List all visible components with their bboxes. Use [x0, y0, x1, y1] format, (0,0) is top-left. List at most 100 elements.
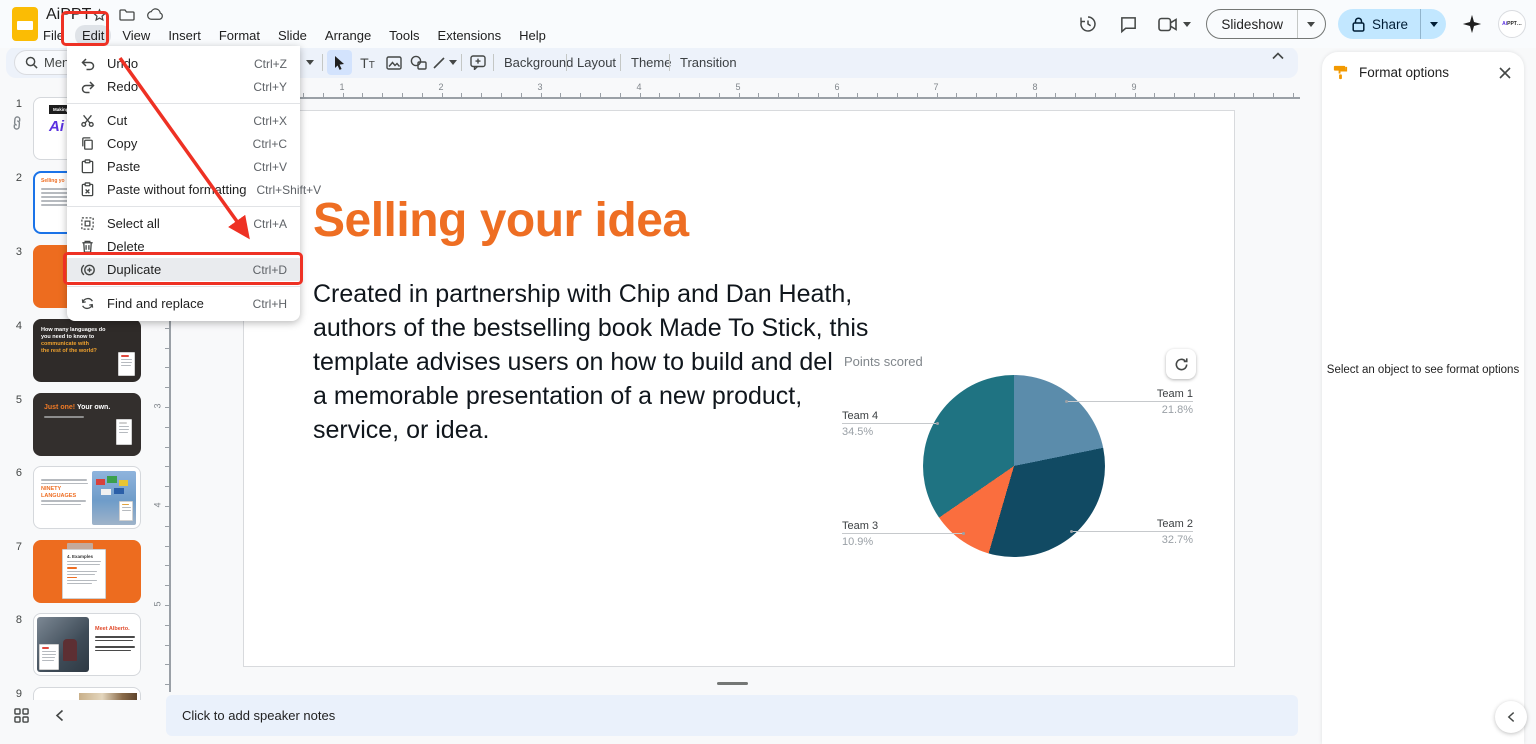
callout-pct-team2: 32.7%	[1161, 534, 1193, 546]
menu-item-redo[interactable]: Redo Ctrl+Y	[67, 75, 300, 98]
star-icon[interactable]	[92, 8, 107, 23]
copy-icon	[79, 135, 96, 152]
body-line: authors of the bestselling book Made To …	[313, 314, 869, 342]
menu-divider	[67, 206, 300, 207]
menu-item-find-and-replace[interactable]: Find and replace Ctrl+H	[67, 292, 300, 315]
duplicate-icon	[79, 261, 96, 278]
speaker-notes-placeholder: Click to add speaker notes	[182, 708, 336, 723]
line-icon	[433, 56, 445, 69]
horizontal-ruler[interactable]: 1 2 3 4 5 6 7 8 9	[176, 82, 1300, 99]
notes-resize-handle[interactable]	[717, 682, 748, 685]
slideshow-label: Slideshow	[1221, 16, 1283, 32]
collapse-filmstrip-chevron[interactable]	[55, 709, 64, 722]
lock-icon	[1352, 17, 1365, 32]
grid-view-button[interactable]	[14, 708, 29, 723]
chevron-left-icon	[1507, 712, 1515, 722]
thumb5-note	[116, 419, 132, 445]
thumb8-title: Meet Alberto.	[95, 626, 130, 632]
insert-image-button[interactable]	[381, 50, 406, 75]
slide-thumbnail-4[interactable]: How many languages do you need to know t…	[33, 319, 141, 382]
undo-icon	[79, 55, 96, 72]
insert-comment-button[interactable]	[465, 50, 490, 75]
menu-item-copy[interactable]: Copy Ctrl+C	[67, 132, 300, 155]
callout-pct-team3: 10.9%	[842, 536, 874, 548]
menu-item-paste[interactable]: Paste Ctrl+V	[67, 155, 300, 178]
cloud-status-icon[interactable]	[147, 8, 164, 23]
layout-button[interactable]: Layout	[573, 50, 620, 75]
menu-view[interactable]: View	[115, 25, 157, 46]
transition-button[interactable]: Transition	[676, 50, 741, 75]
menu-item-cut[interactable]: Cut Ctrl+X	[67, 109, 300, 132]
account-avatar[interactable]: AiPPT…	[1498, 10, 1526, 38]
link-icon	[10, 116, 24, 130]
menu-slide[interactable]: Slide	[271, 25, 314, 46]
gemini-sparkle-icon[interactable]	[1460, 12, 1484, 36]
thumb5-rest: Your own.	[76, 404, 111, 411]
thumb6-highlight: NINETY	[41, 486, 62, 492]
h-ruler-number: 3	[537, 82, 543, 92]
show-side-panel-button[interactable]	[1495, 701, 1527, 733]
chart-title: Points scored	[844, 354, 923, 369]
menu-item-undo[interactable]: Undo Ctrl+Z	[67, 52, 300, 75]
menu-format[interactable]: Format	[212, 25, 267, 46]
collapse-menus-chevron[interactable]	[1272, 52, 1284, 60]
insert-line-button[interactable]	[430, 50, 448, 75]
edit-dropdown-menu: Undo Ctrl+Z Redo Ctrl+Y Cut Ctrl+X Copy …	[67, 46, 321, 321]
text-tool-glyph: TT	[360, 54, 375, 71]
slide-thumbnail-9[interactable]	[33, 687, 141, 700]
menu-help[interactable]: Help	[512, 25, 553, 46]
menu-insert[interactable]: Insert	[161, 25, 208, 46]
refresh-icon	[1175, 357, 1188, 370]
slide-thumbnail-7[interactable]: 4. Examples	[33, 540, 141, 603]
callout-line-team1	[1067, 401, 1193, 402]
slide-canvas-page[interactable]: Selling your idea Created in partnership…	[243, 110, 1235, 667]
menu-file[interactable]: File	[36, 25, 71, 46]
comments-button[interactable]	[1116, 12, 1140, 36]
version-history-button[interactable]	[1076, 12, 1100, 36]
slide-thumbnail-5[interactable]: Just one! Your own.	[33, 393, 141, 456]
insert-shape-button[interactable]	[406, 50, 431, 75]
call-options-caret[interactable]	[1182, 21, 1191, 27]
zoom-select-caret[interactable]	[306, 60, 314, 65]
close-panel-button[interactable]	[1498, 66, 1512, 80]
slide-number: 9	[15, 688, 22, 700]
h-ruler-number: 7	[933, 82, 939, 92]
points-scored-chart[interactable]: Points scored Team 1 21.8% Team 2 32.7% …	[834, 345, 1206, 577]
callout-label-team2: Team 2	[1156, 518, 1193, 530]
callout-label-team1: Team 1	[1156, 388, 1193, 400]
menu-item-paste-without-formatting[interactable]: Paste without formatting Ctrl+Shift+V	[67, 178, 321, 201]
menu-bar: File Edit View Insert Format Slide Arran…	[36, 25, 553, 46]
slides-logo-icon[interactable]	[12, 7, 38, 41]
chart-refresh-button[interactable]	[1166, 349, 1196, 379]
menu-item-select-all[interactable]: Select all Ctrl+A	[67, 212, 300, 235]
menu-tools[interactable]: Tools	[382, 25, 426, 46]
slideshow-button[interactable]: Slideshow	[1206, 9, 1326, 39]
menu-edit[interactable]: Edit	[74, 25, 112, 46]
select-tool-button[interactable]	[327, 50, 352, 75]
slideshow-options-caret[interactable]	[1296, 10, 1325, 38]
menu-item-duplicate[interactable]: Duplicate Ctrl+D	[67, 258, 300, 281]
slide-body-textbox[interactable]: Created in partnership with Chip and Dan…	[313, 277, 868, 447]
move-folder-icon[interactable]	[119, 8, 135, 23]
share-options-caret[interactable]	[1420, 9, 1446, 39]
menu-arrange[interactable]: Arrange	[318, 25, 378, 46]
thumb4-line3: communicate with	[41, 341, 89, 347]
join-call-button[interactable]	[1156, 12, 1192, 36]
slide-number: 3	[15, 246, 22, 258]
thumb7-doc-title: 4. Examples	[67, 554, 94, 559]
menu-extensions[interactable]: Extensions	[431, 25, 509, 46]
shapes-icon	[410, 55, 427, 70]
paint-roller-icon	[1333, 65, 1348, 80]
share-button[interactable]: Share	[1337, 9, 1446, 39]
speaker-notes-input[interactable]: Click to add speaker notes	[166, 695, 1298, 736]
slide-title-textbox[interactable]: Selling your idea	[313, 193, 689, 248]
line-options-caret[interactable]	[449, 60, 457, 65]
textbox-tool-button[interactable]: TT	[355, 50, 380, 75]
menu-item-delete[interactable]: Delete	[67, 235, 300, 258]
h-ruler-number: 5	[735, 82, 741, 92]
slide-thumbnail-6[interactable]: NINETY LANGUAGES	[33, 466, 141, 529]
menu-divider	[67, 103, 300, 104]
callout-line-team3	[842, 533, 964, 534]
document-title[interactable]: AiPPT	[46, 6, 91, 24]
slide-thumbnail-8[interactable]: Meet Alberto.	[33, 613, 141, 676]
